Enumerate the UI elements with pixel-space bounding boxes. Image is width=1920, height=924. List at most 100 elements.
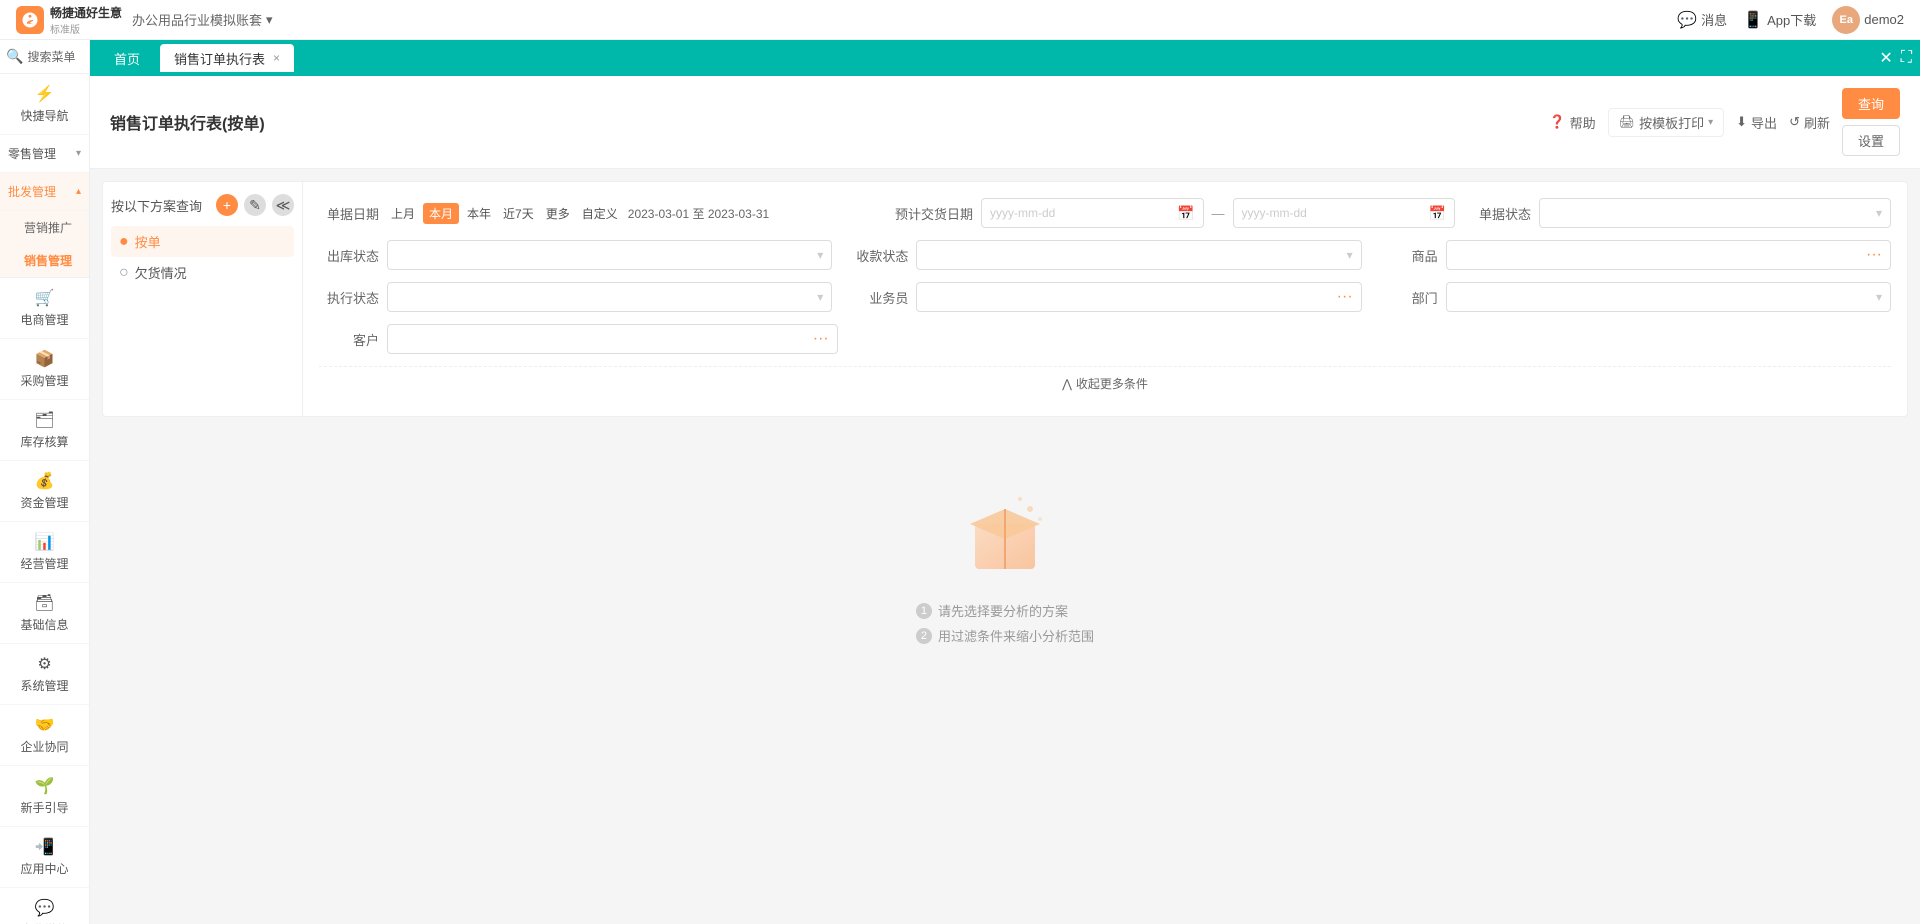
export-icon: ⬇ — [1736, 114, 1747, 130]
sidebar-item-appcenter[interactable]: 📲 应用中心 — [0, 827, 89, 888]
field-exec-status: 执行状态 ▾ — [319, 282, 832, 312]
goods-ellipsis[interactable]: ··· — [1866, 246, 1882, 264]
filter-nav-single[interactable]: ● 按单 — [111, 226, 294, 257]
header-right: 💬 消息 📱 App下载 Ea demo2 — [1677, 6, 1904, 34]
finance-icon: 💰 — [35, 471, 55, 491]
field-expected-date: 预计交货日期 yyyy-mm-dd 📅 — yyyy-mm-dd 📅 — [895, 198, 1455, 228]
app-title: 办公用品行业模拟账套 ▾ — [132, 10, 273, 29]
expected-date-end[interactable]: yyyy-mm-dd 📅 — [1233, 198, 1456, 228]
content-body: 销售订单执行表(按单) ❓ 帮助 🖨 按模板打印 ▾ ⬇ 导出 — [90, 76, 1920, 911]
ecom-icon: 🛒 — [35, 288, 55, 308]
add-scheme-btn[interactable]: + — [216, 194, 238, 216]
sidebar-item-label: 批发管理 — [8, 183, 56, 200]
salesman-ellipsis[interactable]: ··· — [1337, 288, 1353, 306]
date-tag-last-month[interactable]: 上月 — [387, 203, 419, 224]
sidebar-item-system[interactable]: ⚙ 系统管理 — [0, 644, 89, 705]
date-tag-this-year[interactable]: 本年 — [463, 203, 495, 224]
newbie-icon: 🌱 — [35, 776, 55, 796]
settings-btn[interactable]: 设置 — [1842, 125, 1900, 156]
tab-maximize-btn[interactable]: ⛶ — [1901, 49, 1912, 67]
delivery-chevron: ▾ — [817, 248, 823, 262]
date-range-text: 2023-03-01 至 2023-03-31 — [628, 205, 769, 222]
empty-illustration — [955, 489, 1055, 589]
sidebar-item-purchase[interactable]: 📦 采购管理 — [0, 339, 89, 400]
avatar: Ea — [1832, 6, 1860, 34]
collab-icon: 🤝 — [35, 715, 55, 735]
collection-status-select[interactable]: ▾ — [916, 240, 1361, 270]
filter-nav-shortage[interactable]: ○ 欠货情况 — [111, 257, 294, 288]
bill-status-chevron: ▾ — [1876, 206, 1882, 220]
sidebar-item-ecom[interactable]: 🛒 电商管理 — [0, 278, 89, 339]
exec-status-select[interactable]: ▾ — [387, 282, 832, 312]
logo-area: 畅捷通好生意 标准版 — [16, 4, 122, 36]
tip-num-1: 1 — [916, 603, 932, 619]
sidebar-item-collab[interactable]: 🤝 企业协同 — [0, 705, 89, 766]
tab-close-all-btn[interactable]: ✕ — [1879, 48, 1892, 68]
header-left: 畅捷通好生意 标准版 办公用品行业模拟账套 ▾ — [16, 4, 273, 36]
customer-ellipsis[interactable]: ··· — [813, 330, 829, 348]
cal-icon-end: 📅 — [1429, 205, 1446, 222]
sidebar-item-newbie[interactable]: 🌱 新手引导 — [0, 766, 89, 827]
goods-select[interactable]: ··· — [1446, 240, 1891, 270]
sidebar-search[interactable]: 🔍 搜索菜单 — [0, 40, 89, 74]
dept-chevron: ▾ — [1876, 290, 1882, 304]
salesman-select[interactable]: ··· — [916, 282, 1361, 312]
customer-select[interactable]: ··· — [387, 324, 838, 354]
dropdown-icon[interactable]: ▾ — [266, 12, 273, 28]
date-tag-more[interactable]: 更多 — [542, 203, 574, 224]
date-tag-7days[interactable]: 近7天 — [499, 203, 538, 224]
date-tag-this-month[interactable]: 本月 — [423, 203, 459, 224]
refresh-btn[interactable]: ↺ 刷新 — [1789, 113, 1830, 132]
sidebar-item-wholesale[interactable]: 批发管理 ▴ — [0, 173, 89, 211]
empty-box-svg — [955, 489, 1055, 589]
filter-row-3: 执行状态 ▾ 业务员 ··· — [319, 282, 1891, 312]
user-menu[interactable]: Ea demo2 — [1832, 6, 1904, 34]
sidebar-item-retail[interactable]: 零售管理 ▾ — [0, 135, 89, 173]
sidebar-item-label: 零售管理 — [8, 145, 56, 162]
tab-sales-exec[interactable]: 销售订单执行表 × — [160, 44, 294, 72]
filter-row-4: 客户 ··· — [319, 324, 1891, 354]
help-btn[interactable]: ❓ 帮助 — [1549, 113, 1595, 132]
logo-texts: 畅捷通好生意 标准版 — [50, 4, 122, 36]
expected-date-start[interactable]: yyyy-mm-dd 📅 — [981, 198, 1204, 228]
sub-nav-sales[interactable]: 销售管理 — [0, 244, 89, 277]
collapse-scheme-btn[interactable]: ≪ — [272, 194, 294, 216]
template-print-btn[interactable]: 🖨 按模板打印 ▾ — [1608, 108, 1725, 137]
collapse-btn[interactable]: ⋀ 收起更多条件 — [1062, 375, 1148, 392]
app-download-btn[interactable]: 📱 App下载 — [1743, 10, 1816, 30]
empty-tip-1: 1 请先选择要分析的方案 — [916, 601, 1094, 620]
exec-chevron: ▾ — [817, 290, 823, 304]
tab-close-btn[interactable]: × — [273, 51, 280, 65]
sidebar-item-basic[interactable]: 🗃 基础信息 — [0, 583, 89, 644]
sidebar-item-wechat[interactable]: 💬 企业微信 — [0, 888, 89, 924]
field-salesman: 业务员 ··· — [848, 282, 1361, 312]
query-btn[interactable]: 查询 — [1842, 88, 1900, 119]
retail-expand-icon: ▾ — [76, 148, 81, 159]
sidebar-item-operations[interactable]: 📊 经营管理 — [0, 522, 89, 583]
sub-nav-marketing[interactable]: 营销推广 — [0, 211, 89, 244]
page-actions: ❓ 帮助 🖨 按模板打印 ▾ ⬇ 导出 ↺ 刷新 — [1549, 88, 1900, 156]
delivery-status-select[interactable]: ▾ — [387, 240, 832, 270]
tip-num-2: 2 — [916, 628, 932, 644]
filter-actions: ⋀ 收起更多条件 — [319, 366, 1891, 400]
sidebar-item-inventory[interactable]: 🗂 库存核算 — [0, 400, 89, 461]
sidebar-item-finance[interactable]: 💰 资金管理 — [0, 461, 89, 522]
logo-text: 畅捷通好生意 — [50, 4, 122, 21]
tab-home[interactable]: 首页 — [98, 40, 156, 76]
page-title: 销售订单执行表(按单) — [110, 110, 265, 134]
basic-icon: 🗃 — [34, 593, 54, 613]
sub-nav-wholesale: 营销推广 销售管理 — [0, 211, 89, 278]
bill-status-select[interactable]: ▾ — [1539, 198, 1891, 228]
inventory-icon: 🗂 — [34, 410, 54, 430]
export-btn[interactable]: ⬇ 导出 — [1736, 113, 1777, 132]
edit-scheme-btn[interactable]: ✎ — [244, 194, 266, 216]
quick-nav-icon: ⚡ — [35, 84, 55, 104]
filter-left-header: 按以下方案查询 + ✎ ≪ — [111, 194, 294, 216]
customer-label: 客户 — [319, 330, 379, 349]
date-tag-custom[interactable]: 自定义 — [578, 203, 622, 224]
filter-left-icons: + ✎ ≪ — [216, 194, 294, 216]
tab-bar-right: ✕ ⛶ — [1879, 48, 1912, 68]
sidebar-item-quick-nav[interactable]: ⚡ 快捷导航 — [0, 74, 89, 135]
department-select[interactable]: ▾ — [1446, 282, 1891, 312]
message-btn[interactable]: 💬 消息 — [1677, 10, 1727, 30]
